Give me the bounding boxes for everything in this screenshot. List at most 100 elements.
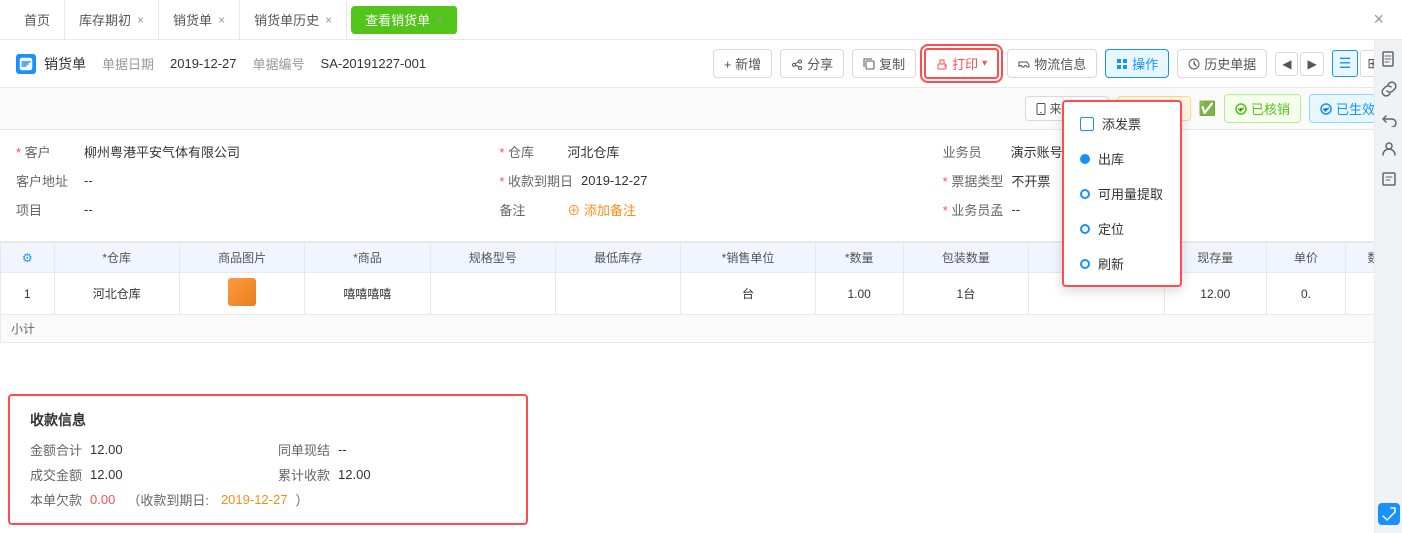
row-unit: 台 <box>681 273 815 315</box>
same-order-value: -- <box>338 442 347 457</box>
note-label: 备注 <box>499 200 559 219</box>
tab-close-history[interactable]: × <box>325 13 332 27</box>
payment-date-field: 收款到期日 2019-12-27 <box>499 171 942 190</box>
menu-available-pickup[interactable]: 可用量提取 <box>1064 176 1180 211</box>
sidebar-icon-4[interactable] <box>1378 138 1400 160</box>
menu-outbound[interactable]: 出库 <box>1064 141 1180 176</box>
tab-home[interactable]: 首页 <box>10 0 65 40</box>
row-product: 嘻嘻嘻嘻 <box>305 273 430 315</box>
payment-date-value: 2019-12-27 <box>581 173 648 188</box>
row-image <box>179 273 304 315</box>
sidebar-icon-3[interactable] <box>1378 108 1400 130</box>
row-min-stock <box>555 273 680 315</box>
next-button[interactable]: ▶ <box>1300 52 1323 76</box>
locate-icon <box>1080 224 1090 234</box>
list-view-button[interactable]: ☰ <box>1332 50 1359 77</box>
summary-grid: 金额合计 12.00 同单现结 -- 成交金额 12.00 累计收款 12.00 <box>30 440 506 509</box>
cancelled-button[interactable]: 已核销 <box>1224 94 1301 123</box>
form-area: 客户 柳州粤港平安气体有限公司 仓库 河北仓库 业务员 演示账号 客户地址 -- <box>0 130 1402 242</box>
add-note-button[interactable]: ⊕ 添加备注 <box>567 200 636 219</box>
subtotal-label: 小计 <box>1 315 1402 343</box>
transaction-item: 成交金额 12.00 <box>30 465 258 484</box>
col-image: 商品图片 <box>179 243 304 273</box>
tab-view-sales[interactable]: 查看销货单 × <box>351 6 458 34</box>
tab-close-view-sales[interactable]: × <box>436 13 443 27</box>
print-button[interactable]: 打印 ▾ <box>924 48 999 79</box>
number-label: 单据编号 <box>253 54 305 73</box>
prev-button[interactable]: ◀ <box>1275 52 1298 76</box>
table-area: ⚙ *仓库 商品图片 *商品 规格型号 最低库存 *销售单位 *数量 包装数量 … <box>0 242 1402 533</box>
nav-arrows: ◀ ▶ <box>1275 52 1323 76</box>
customer-field: 客户 柳州粤港平安气体有限公司 <box>16 142 459 161</box>
invoice-type-value: 不开票 <box>1011 171 1050 190</box>
subtotal-row: 小计 <box>1 315 1402 343</box>
doc-type-label: 销货单 <box>44 54 86 74</box>
col-min-stock: 最低库存 <box>555 243 680 273</box>
employee-value: 演示账号 <box>1011 142 1063 161</box>
copy-button[interactable]: 复制 <box>852 49 916 78</box>
col-price: 单价 <box>1266 243 1345 273</box>
doc-title-area: 销货单 <box>16 54 86 74</box>
summary-box: 收款信息 金额合计 12.00 同单现结 -- 成交金额 12.00 <box>8 394 528 525</box>
tab-inventory-init[interactable]: 库存期初 × <box>65 0 159 40</box>
same-order-item: 同单现结 -- <box>278 440 506 459</box>
total-amount-label: 金额合计 <box>30 440 82 459</box>
col-spec: 规格型号 <box>430 243 555 273</box>
note-field: 备注 ⊕ 添加备注 <box>499 200 942 219</box>
project-field: 项目 -- <box>16 200 459 219</box>
sidebar-icon-2[interactable] <box>1378 78 1400 100</box>
date-label: 单据日期 <box>102 54 154 73</box>
sidebar-icon-1[interactable] <box>1378 48 1400 70</box>
window-close-button[interactable]: × <box>1365 9 1392 30</box>
summary-title: 收款信息 <box>30 410 506 430</box>
items-table: ⚙ *仓库 商品图片 *商品 规格型号 最低库存 *销售单位 *数量 包装数量 … <box>0 242 1402 343</box>
warehouse-field: 仓库 河北仓库 <box>499 142 942 161</box>
total-amount-value: 12.00 <box>90 442 123 457</box>
menu-locate[interactable]: 定位 <box>1064 211 1180 246</box>
customer-label: 客户 <box>16 142 76 161</box>
warehouse-value: 河北仓库 <box>567 142 619 161</box>
row-price: 0. <box>1266 273 1345 315</box>
share-button[interactable]: 分享 <box>780 49 844 78</box>
row-spec <box>430 273 555 315</box>
same-order-label: 同单现结 <box>278 440 330 459</box>
cumulative-item: 累计收款 12.00 <box>278 465 506 484</box>
tab-close-inventory[interactable]: × <box>137 13 144 27</box>
sales-employee-label: 业务员孟 <box>943 200 1004 219</box>
col-unit: *销售单位 <box>681 243 815 273</box>
available-pickup-icon <box>1080 189 1090 199</box>
tab-sales-history[interactable]: 销货单历史 × <box>240 0 347 40</box>
history-button[interactable]: 历史单据 <box>1177 49 1267 78</box>
sidebar-icon-5[interactable] <box>1378 168 1400 190</box>
col-warehouse: *仓库 <box>54 243 179 273</box>
outbound-icon <box>1080 154 1090 164</box>
col-settings[interactable]: ⚙ <box>1 243 55 273</box>
doc-meta: 单据日期 2019-12-27 单据编号 SA-20191227-001 <box>102 54 426 73</box>
expand-icon[interactable] <box>1378 503 1400 525</box>
table-row: 1 河北仓库 嘻嘻嘻嘻 台 1.00 1台 12.00 0. <box>1 273 1402 315</box>
tab-bar: 首页 库存期初 × 销货单 × 销货单历史 × 查看销货单 × × <box>0 0 1402 40</box>
tab-sales-order[interactable]: 销货单 × <box>159 0 240 40</box>
row-index: 1 <box>1 273 55 315</box>
menu-refresh[interactable]: 刷新 <box>1064 246 1180 281</box>
second-row: 来自手机 未开票 ✅ 已核销 已生效 <box>0 88 1402 130</box>
operation-button[interactable]: 操作 <box>1105 49 1169 78</box>
menu-add-invoice[interactable]: 添发票 <box>1064 106 1180 141</box>
row-qty: 1.00 <box>815 273 903 315</box>
col-qty: *数量 <box>815 243 903 273</box>
due-date-value: 2019-12-27 <box>221 492 288 507</box>
outstanding-value: 0.00 <box>90 492 115 507</box>
address-field: 客户地址 -- <box>16 171 459 190</box>
approve-check-icon: ✅ <box>1199 100 1216 117</box>
address-label: 客户地址 <box>16 171 76 190</box>
tab-close-sales[interactable]: × <box>218 13 225 27</box>
add-invoice-icon <box>1080 117 1094 131</box>
logistics-button[interactable]: 物流信息 <box>1007 49 1097 78</box>
transaction-value: 12.00 <box>90 467 123 482</box>
new-button[interactable]: + 新增 <box>713 49 772 78</box>
date-value: 2019-12-27 <box>170 56 237 71</box>
outstanding-item: 本单欠款 0.00 （收款到期日: 2019-12-27 ） <box>30 490 506 509</box>
main-content: 销货单 单据日期 2019-12-27 单据编号 SA-20191227-001… <box>0 40 1402 533</box>
project-label: 项目 <box>16 200 76 219</box>
col-product: *商品 <box>305 243 430 273</box>
